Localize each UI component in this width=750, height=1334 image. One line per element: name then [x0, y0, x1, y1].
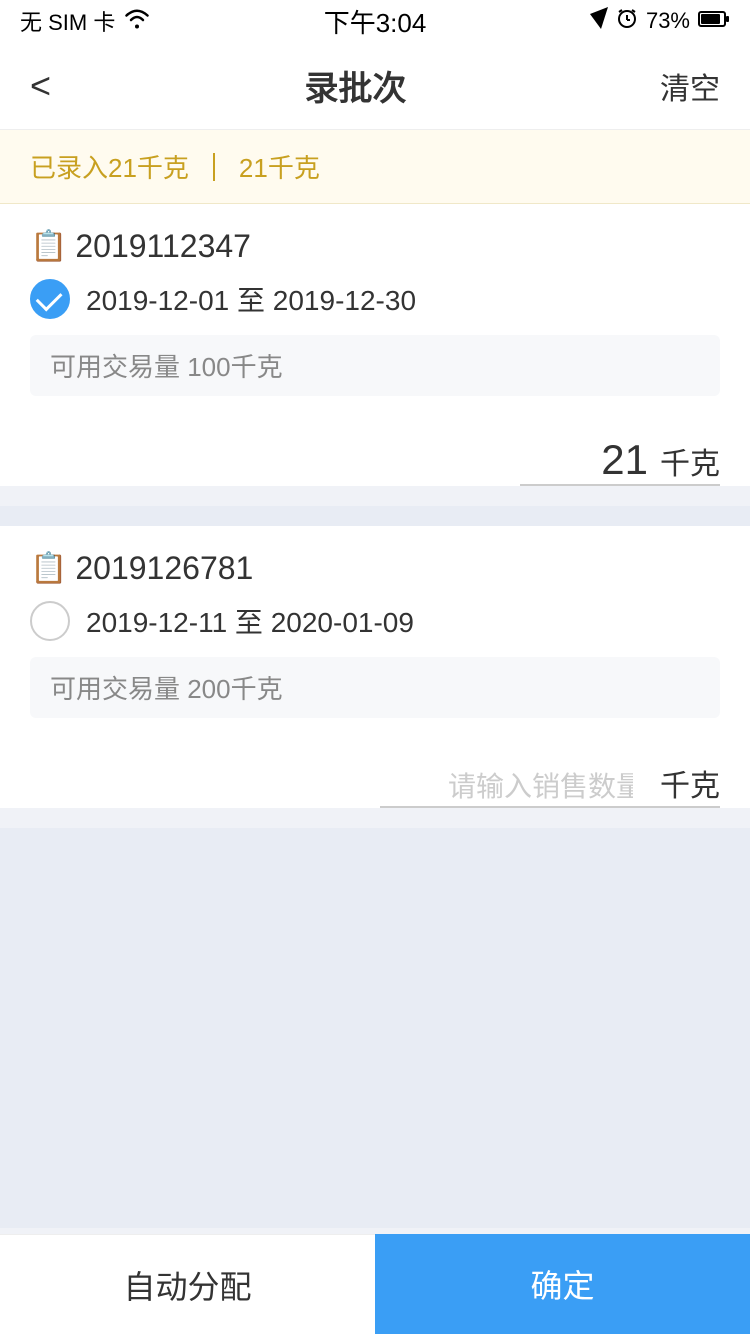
nav-bar: < 录批次 清空: [0, 42, 750, 130]
batch-date-1: 2019-12-01 至 2019-12-30: [86, 279, 416, 319]
status-time: 下午3:04: [324, 3, 427, 40]
batch-avail-text-2: 可用交易量 200千克: [50, 674, 283, 704]
confirm-button[interactable]: 确定: [375, 1234, 750, 1334]
summary-divider: [213, 153, 215, 181]
doc-icon-2: 📋: [30, 551, 67, 586]
location-icon: [590, 7, 608, 35]
no-sim-text: 无 SIM 卡: [20, 5, 115, 37]
quantity-input-2[interactable]: [448, 758, 648, 806]
batch-avail-text-1: 可用交易量 100千克: [50, 352, 283, 382]
amount-unit-1: 千克: [660, 439, 720, 483]
summary-value: 21千克: [239, 148, 320, 185]
summary-recorded: 已录入21千克: [30, 148, 189, 185]
alarm-icon: [616, 7, 638, 35]
bottom-bar: 自动分配 确定: [0, 1234, 750, 1334]
batch-checkbox-1[interactable]: [30, 279, 70, 319]
status-left: 无 SIM 卡: [20, 5, 151, 37]
batch-card-1-inner: 📋 2019112347 2019-12-01 至 2019-12-30 可用交…: [0, 204, 750, 396]
input-divider-2: [380, 806, 720, 808]
batch-card-2-inner: 📋 2019126781 2019-12-11 至 2020-01-09 可用交…: [0, 526, 750, 718]
battery-icon: [698, 8, 730, 34]
amount-row-1: 21 千克: [0, 416, 750, 484]
batch-card-2: 📋 2019126781 2019-12-11 至 2020-01-09 可用交…: [0, 526, 750, 808]
input-unit-2: 千克: [660, 761, 720, 805]
doc-icon-1: 📋: [30, 229, 67, 264]
back-button[interactable]: <: [30, 65, 51, 107]
batch-id-row-1: 📋 2019112347: [30, 228, 720, 265]
amount-divider-1: [520, 484, 720, 486]
batch-date-row-1: 2019-12-01 至 2019-12-30: [30, 279, 720, 319]
batch-date-row-2: 2019-12-11 至 2020-01-09: [30, 601, 720, 641]
batch-card-1: 📋 2019112347 2019-12-01 至 2019-12-30 可用交…: [0, 204, 750, 486]
main-content: 📋 2019112347 2019-12-01 至 2019-12-30 可用交…: [0, 204, 750, 1328]
auto-distribute-button[interactable]: 自动分配: [0, 1234, 375, 1334]
clear-button[interactable]: 清空: [660, 64, 720, 108]
batch-id-row-2: 📋 2019126781: [30, 550, 720, 587]
status-right: 73%: [590, 7, 730, 35]
batch-avail-box-2: 可用交易量 200千克: [30, 657, 720, 718]
card-separator-1: [0, 506, 750, 526]
status-bar: 无 SIM 卡 下午3:04 73%: [0, 0, 750, 42]
batch-avail-box-1: 可用交易量 100千克: [30, 335, 720, 396]
batch-id-1: 2019112347: [75, 228, 251, 265]
battery-text: 73%: [646, 8, 690, 34]
batch-date-2: 2019-12-11 至 2020-01-09: [86, 601, 414, 641]
input-row-2: 千克: [0, 738, 750, 806]
batch-checkbox-2[interactable]: [30, 601, 70, 641]
wifi-icon: [123, 7, 151, 35]
batch-id-2: 2019126781: [75, 550, 253, 587]
empty-area: [0, 828, 750, 1228]
page-title: 录批次: [305, 61, 407, 110]
amount-value-1: 21: [601, 436, 648, 484]
summary-bar: 已录入21千克 21千克: [0, 130, 750, 204]
